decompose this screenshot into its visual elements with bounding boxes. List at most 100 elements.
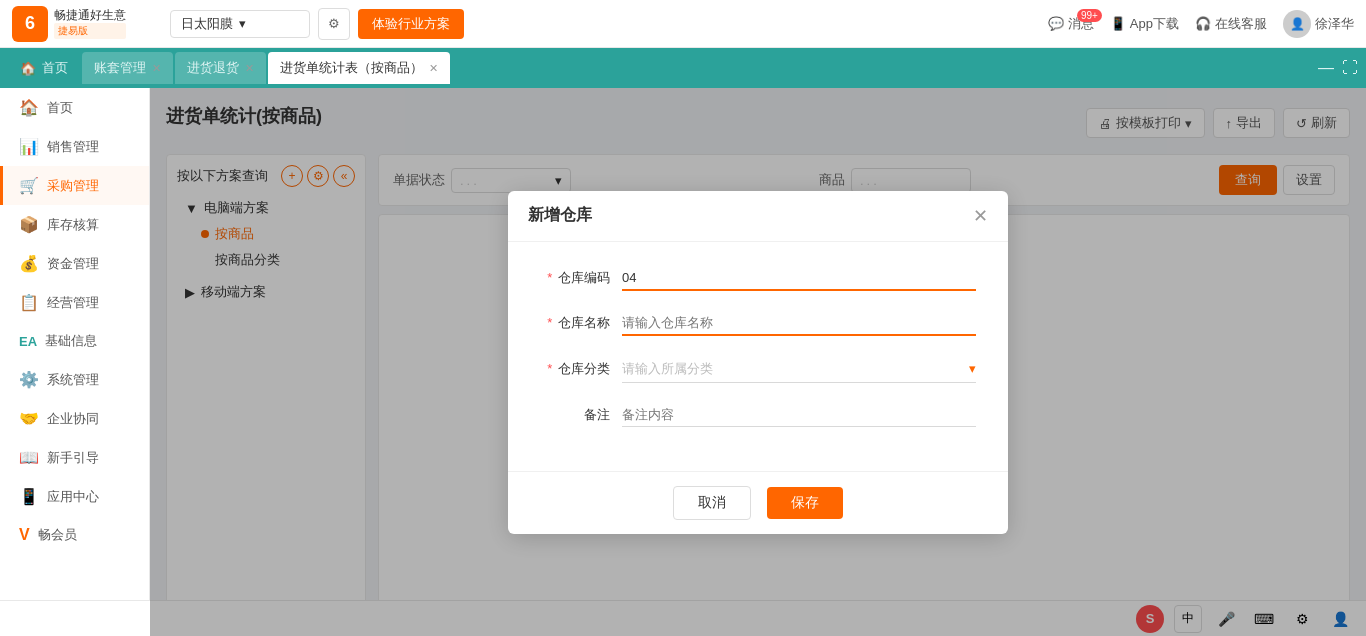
- sidebar-item-enterprise[interactable]: 🤝 企业协同: [0, 399, 149, 438]
- remark-row: 备注: [540, 403, 976, 427]
- warehouse-code-label: * 仓库编码: [540, 269, 610, 287]
- tab-bar-controls: — ⛶: [1318, 59, 1358, 77]
- inventory-icon: 📦: [19, 215, 39, 234]
- home-icon: 🏠: [20, 61, 36, 76]
- logo-text-area: 畅捷通好生意 捷易版: [54, 8, 126, 40]
- app-download-button[interactable]: 📱 App下载: [1110, 15, 1179, 33]
- tab-account-management[interactable]: 账套管理 ✕: [82, 52, 173, 84]
- category-chevron-icon: ▾: [969, 361, 976, 376]
- home-sidebar-icon: 🏠: [19, 98, 39, 117]
- warehouse-category-select[interactable]: 请输入所属分类 ▾: [622, 356, 976, 383]
- tab-bar: 🏠 首页 账套管理 ✕ 进货退货 ✕ 进货单统计表（按商品） ✕ — ⛶: [0, 48, 1366, 88]
- top-header: 6 畅捷通好生意 捷易版 日太阳膜 ▾ ⚙ 体验行业方案 💬 消息 99+ 📱 …: [0, 0, 1366, 48]
- content-area: 进货单统计(按商品) 🖨 按模板打印 ▾ ↑ 导出 ↺ 刷新: [150, 88, 1366, 636]
- sidebar-item-vip[interactable]: V 畅会员: [0, 516, 149, 554]
- apps-icon: 📱: [19, 487, 39, 506]
- tab-expand-icon[interactable]: ⛶: [1342, 59, 1358, 77]
- chevron-down-icon: ▾: [239, 16, 246, 31]
- sidebar-item-finance[interactable]: 💰 资金管理: [0, 244, 149, 283]
- sidebar-system-label: 系统管理: [47, 371, 99, 389]
- modal-header: 新增仓库 ✕: [508, 191, 1008, 242]
- sidebar: 🏠 首页 📊 销售管理 🛒 采购管理 📦 库存核算 💰 资金管理 📋 经营管理 …: [0, 88, 150, 636]
- sidebar-item-operations[interactable]: 📋 经营管理: [0, 283, 149, 322]
- sidebar-item-apps[interactable]: 📱 应用中心: [0, 477, 149, 516]
- tab-minimize-icon[interactable]: —: [1318, 59, 1334, 77]
- sidebar-item-inventory[interactable]: 📦 库存核算: [0, 205, 149, 244]
- app-logo-icon: 6: [12, 6, 48, 42]
- warehouse-name-input[interactable]: [622, 311, 976, 336]
- logo-area: 6 畅捷通好生意 捷易版: [12, 6, 162, 42]
- purchase-icon: 🛒: [19, 176, 39, 195]
- user-area[interactable]: 👤 徐泽华: [1283, 10, 1354, 38]
- gear-icon: ⚙: [328, 16, 340, 31]
- trial-button[interactable]: 体验行业方案: [358, 9, 464, 39]
- logo-sub: 捷易版: [54, 23, 126, 39]
- system-icon: ⚙️: [19, 370, 39, 389]
- main-layout: 🏠 首页 📊 销售管理 🛒 采购管理 📦 库存核算 💰 资金管理 📋 经营管理 …: [0, 88, 1366, 636]
- mobile-icon: 📱: [1110, 16, 1126, 31]
- remark-label: 备注: [540, 406, 610, 424]
- tab-purchase-stat-label: 进货单统计表（按商品）: [280, 59, 423, 77]
- sidebar-item-guide[interactable]: 📖 新手引导: [0, 438, 149, 477]
- sidebar-sales-label: 销售管理: [47, 138, 99, 156]
- modal-close-button[interactable]: ✕: [973, 205, 988, 227]
- online-service-button[interactable]: 🎧 在线客服: [1195, 15, 1267, 33]
- tab-purchase-stat[interactable]: 进货单统计表（按商品） ✕: [268, 52, 450, 84]
- warehouse-category-label: * 仓库分类: [540, 360, 610, 378]
- sidebar-finance-label: 资金管理: [47, 255, 99, 273]
- save-button[interactable]: 保存: [767, 487, 843, 519]
- modal-title: 新增仓库: [528, 205, 592, 226]
- enterprise-icon: 🤝: [19, 409, 39, 428]
- modal-overlay: 新增仓库 ✕ * 仓库编码 *: [150, 88, 1366, 636]
- sidebar-apps-label: 应用中心: [47, 488, 99, 506]
- warehouse-name-label: * 仓库名称: [540, 314, 610, 332]
- headset-icon: 🎧: [1195, 16, 1211, 31]
- sidebar-item-purchase[interactable]: 🛒 采购管理: [0, 166, 149, 205]
- app-download-label: App下载: [1130, 15, 1179, 33]
- tab-home[interactable]: 🏠 首页: [8, 52, 80, 84]
- tab-home-label: 首页: [42, 59, 68, 77]
- tab-purchase-return[interactable]: 进货退货 ✕: [175, 52, 266, 84]
- user-name: 徐泽华: [1315, 15, 1354, 33]
- sidebar-vip-label: 畅会员: [38, 526, 77, 544]
- tab-purchase-stat-close[interactable]: ✕: [429, 62, 438, 75]
- sidebar-item-home[interactable]: 🏠 首页: [0, 88, 149, 127]
- user-avatar: 👤: [1283, 10, 1311, 38]
- store-selector[interactable]: 日太阳膜 ▾: [170, 10, 310, 38]
- tab-purchase-return-close[interactable]: ✕: [245, 62, 254, 75]
- message-button[interactable]: 💬 消息 99+: [1048, 15, 1094, 33]
- tab-purchase-return-label: 进货退货: [187, 59, 239, 77]
- finance-icon: 💰: [19, 254, 39, 273]
- add-warehouse-modal: 新增仓库 ✕ * 仓库编码 *: [508, 191, 1008, 534]
- logo-text: 畅捷通好生意: [54, 8, 126, 24]
- modal-body: * 仓库编码 * 仓库名称: [508, 242, 1008, 471]
- sidebar-item-system[interactable]: ⚙️ 系统管理: [0, 360, 149, 399]
- operations-icon: 📋: [19, 293, 39, 312]
- sidebar-enterprise-label: 企业协同: [47, 410, 99, 428]
- required-star-2: *: [547, 315, 552, 330]
- message-icon: 💬: [1048, 16, 1064, 31]
- vip-icon: V: [19, 526, 30, 544]
- settings-button[interactable]: ⚙: [318, 8, 350, 40]
- header-right: 💬 消息 99+ 📱 App下载 🎧 在线客服 👤 徐泽华: [1048, 10, 1354, 38]
- warehouse-code-input[interactable]: [622, 266, 976, 291]
- online-service-label: 在线客服: [1215, 15, 1267, 33]
- sidebar-purchase-label: 采购管理: [47, 177, 99, 195]
- message-badge: 99+: [1077, 9, 1102, 22]
- warehouse-code-row: * 仓库编码: [540, 266, 976, 291]
- basic-info-icon: EA: [19, 334, 37, 349]
- warehouse-category-placeholder: 请输入所属分类: [622, 360, 713, 378]
- tab-account-close[interactable]: ✕: [152, 62, 161, 75]
- sidebar-item-basic-info[interactable]: EA 基础信息: [0, 322, 149, 360]
- store-name: 日太阳膜: [181, 15, 233, 33]
- sales-icon: 📊: [19, 137, 39, 156]
- sidebar-home-label: 首页: [47, 99, 73, 117]
- required-star-1: *: [547, 270, 552, 285]
- cancel-button[interactable]: 取消: [673, 486, 751, 520]
- sidebar-inventory-label: 库存核算: [47, 216, 99, 234]
- warehouse-category-row: * 仓库分类 请输入所属分类 ▾: [540, 356, 976, 383]
- tab-account-label: 账套管理: [94, 59, 146, 77]
- sidebar-item-sales[interactable]: 📊 销售管理: [0, 127, 149, 166]
- remark-input[interactable]: [622, 403, 976, 427]
- warehouse-name-row: * 仓库名称: [540, 311, 976, 336]
